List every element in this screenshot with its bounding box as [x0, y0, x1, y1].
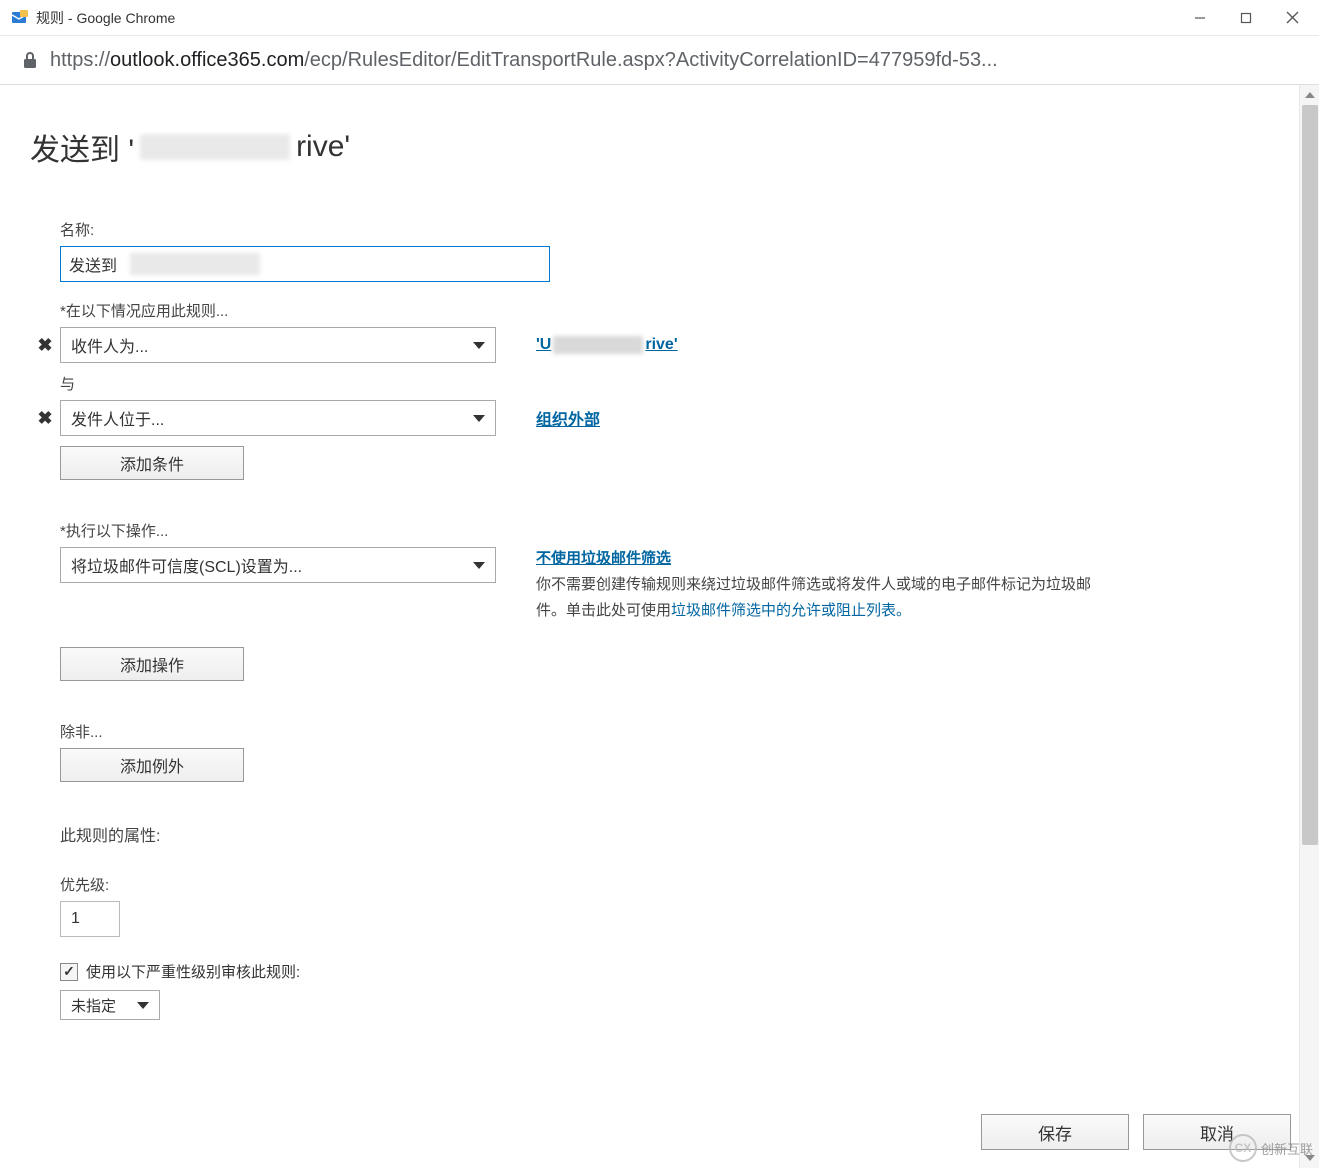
content-wrapper: 发送到 ' rive' 名称: *在以下情况应用此规则... ✖ 收件人为...…: [0, 84, 1319, 1168]
except-label: 除非...: [60, 721, 1289, 742]
name-label: 名称:: [60, 219, 1289, 240]
redacted-text: [140, 134, 290, 160]
redacted-text: [553, 336, 643, 354]
add-exception-button[interactable]: 添加例外: [60, 748, 244, 782]
chevron-down-icon: [473, 562, 485, 569]
do-action-label: *执行以下操作...: [60, 520, 1289, 541]
condition-dropdown-sender[interactable]: 发件人位于...: [60, 400, 496, 436]
page-title: 发送到 ' rive': [30, 125, 1289, 169]
save-button[interactable]: 保存: [981, 1114, 1129, 1150]
chevron-down-icon: [473, 415, 485, 422]
watermark: CX 创新互联: [1229, 1134, 1313, 1162]
url-text[interactable]: https://outlook.office365.com/ecp/RulesE…: [50, 49, 998, 72]
audit-checkbox-label: 使用以下严重性级别审核此规则:: [86, 961, 300, 982]
audit-checkbox[interactable]: [60, 963, 78, 981]
page-content: 发送到 ' rive' 名称: *在以下情况应用此规则... ✖ 收件人为...…: [0, 85, 1319, 1110]
scrollbar-thumb[interactable]: [1302, 105, 1318, 845]
watermark-logo: CX: [1229, 1134, 1257, 1162]
maximize-button[interactable]: [1223, 2, 1269, 34]
condition-value-link[interactable]: 'U rive': [536, 336, 678, 354]
condition-dropdown-recipient[interactable]: 收件人为...: [60, 327, 496, 363]
name-input[interactable]: [60, 246, 550, 282]
info-inline-link[interactable]: 垃圾邮件筛选中的允许或阻止列表。: [671, 602, 911, 619]
address-bar: https://outlook.office365.com/ecp/RulesE…: [0, 36, 1319, 84]
priority-label: 优先级:: [60, 874, 1289, 895]
add-condition-button[interactable]: 添加条件: [60, 446, 244, 480]
apply-rule-label: *在以下情况应用此规则...: [60, 300, 1289, 321]
window-title: 规则 - Google Chrome: [36, 8, 175, 28]
audit-severity-dropdown[interactable]: 未指定: [60, 990, 160, 1020]
add-action-button[interactable]: 添加操作: [60, 647, 244, 681]
info-text: 你不需要创建传输规则来绕过垃圾邮件筛选或将发件人或域的电子邮件标记为垃圾邮件。单…: [536, 572, 1096, 623]
condition-value-link[interactable]: 组织外部: [536, 406, 600, 430]
action-info-panel: 不使用垃圾邮件筛选 你不需要创建传输规则来绕过垃圾邮件筛选或将发件人或域的电子邮…: [536, 547, 1096, 623]
properties-label: 此规则的属性:: [60, 822, 1289, 846]
action-dropdown-scl[interactable]: 将垃圾邮件可信度(SCL)设置为...: [60, 547, 496, 583]
chevron-down-icon: [473, 342, 485, 349]
priority-input[interactable]: [60, 901, 120, 937]
app-icon: [10, 8, 30, 28]
scroll-up-arrow[interactable]: [1300, 85, 1319, 105]
info-title-link[interactable]: 不使用垃圾邮件筛选: [536, 547, 671, 568]
minimize-button[interactable]: [1177, 2, 1223, 34]
form-area: 名称: *在以下情况应用此规则... ✖ 收件人为... 'U rive': [30, 219, 1289, 1020]
window-titlebar: 规则 - Google Chrome: [0, 0, 1319, 36]
remove-condition-icon[interactable]: ✖: [32, 408, 58, 429]
close-button[interactable]: [1269, 2, 1315, 34]
remove-condition-icon[interactable]: ✖: [32, 335, 58, 356]
and-label: 与: [60, 373, 1289, 394]
vertical-scrollbar[interactable]: [1299, 85, 1319, 1168]
chevron-down-icon: [137, 1002, 149, 1009]
lock-icon: [20, 50, 40, 70]
